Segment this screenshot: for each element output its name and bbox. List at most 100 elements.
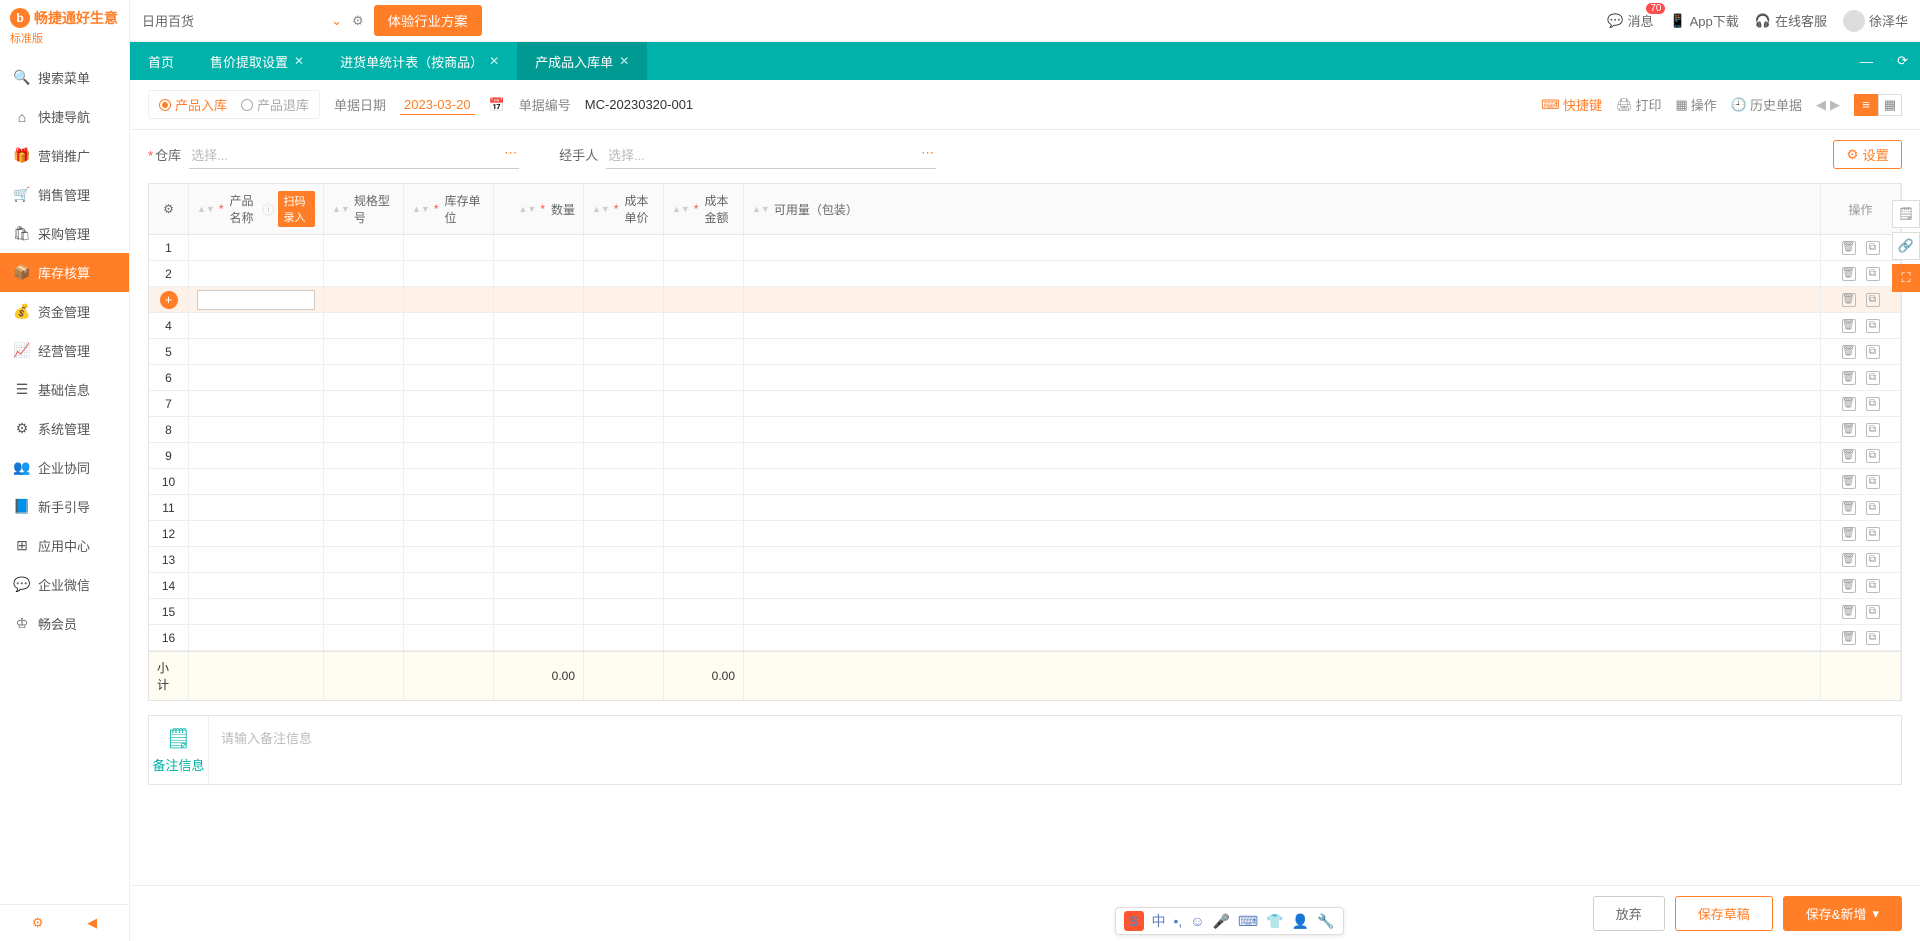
delete-row-icon[interactable]: 🗑 [1842,371,1856,385]
copy-row-icon[interactable]: ⧉ [1866,423,1880,437]
service-button[interactable]: 🎧 在线客服 [1755,11,1827,30]
sidebar-item-6[interactable]: 💰资金管理 [0,292,129,331]
ime-emoji-icon[interactable]: ☺ [1190,913,1204,929]
shop-selector[interactable]: 日用百货 ⌄ [142,11,342,30]
delete-row-icon[interactable]: 🗑 [1842,553,1856,567]
copy-row-icon[interactable]: ⧉ [1866,293,1880,307]
scan-input-button[interactable]: 扫码录入 [278,191,315,227]
table-row[interactable]: 6🗑⧉ [149,365,1901,391]
history-link[interactable]: 🕘 历史单据 [1731,95,1802,114]
messages-button[interactable]: 💬 消息 70 [1607,11,1653,30]
table-row[interactable]: 2🗑⧉ [149,261,1901,287]
col-product-name[interactable]: ▲▼ *产品名称 ⓘ 扫码录入 [189,184,324,234]
shortcut-link[interactable]: ⌨ 快捷键 [1541,95,1602,114]
save-new-button[interactable]: 保存&新增 ▾ [1783,896,1902,931]
tab-2[interactable]: 进货单统计表（按商品）✕ [322,42,517,80]
table-row[interactable]: 10🗑⧉ [149,469,1901,495]
sidebar-item-11[interactable]: 📘新手引导 [0,487,129,526]
calendar-icon[interactable]: 📅 [489,97,505,113]
product-name-input[interactable] [197,290,315,310]
close-icon[interactable]: ✕ [294,54,304,68]
table-row[interactable]: 14🗑⧉ [149,573,1901,599]
ime-keyboard-icon[interactable]: ⌨ [1238,913,1258,930]
ime-tool-icon[interactable]: 🔧 [1317,913,1334,930]
table-row[interactable]: 7🗑⧉ [149,391,1901,417]
next-icon[interactable]: ▶ [1830,97,1840,113]
col-settings[interactable]: ⚙ [149,184,189,234]
col-price[interactable]: ▲▼*成本单价 [584,184,664,234]
discard-button[interactable]: 放弃 [1593,896,1665,931]
ime-skin-icon[interactable]: 👕 [1266,913,1283,930]
dock-link-icon[interactable]: 🔗 [1892,232,1920,260]
view-grid-icon[interactable]: ▦ [1878,94,1902,116]
delete-row-icon[interactable]: 🗑 [1842,449,1856,463]
add-row-icon[interactable]: + [160,291,178,309]
table-row[interactable]: 1🗑⧉ [149,235,1901,261]
delete-row-icon[interactable]: 🗑 [1842,397,1856,411]
copy-row-icon[interactable]: ⧉ [1866,319,1880,333]
sidebar-item-5[interactable]: 📦库存核算 [0,253,129,292]
copy-row-icon[interactable]: ⧉ [1866,631,1880,645]
copy-row-icon[interactable]: ⧉ [1866,397,1880,411]
copy-row-icon[interactable]: ⧉ [1866,371,1880,385]
sidebar-item-10[interactable]: 👥企业协同 [0,448,129,487]
ime-mic-icon[interactable]: 🎤 [1213,913,1230,930]
gear-icon[interactable]: ⚙ [32,915,44,931]
table-row[interactable]: 8🗑⧉ [149,417,1901,443]
tab-0[interactable]: 首页 [130,42,192,80]
table-row[interactable]: 15🗑⧉ [149,599,1901,625]
sidebar-item-4[interactable]: 🛍采购管理 [0,214,129,253]
tab-refresh[interactable]: ⟳ [1885,42,1920,80]
operate-link[interactable]: ▦ 操作 [1675,95,1716,114]
delete-row-icon[interactable]: 🗑 [1842,345,1856,359]
copy-row-icon[interactable]: ⧉ [1866,501,1880,515]
ime-user-icon[interactable]: 👤 [1292,913,1309,930]
trial-button[interactable]: 体验行业方案 [374,5,482,36]
delete-row-icon[interactable]: 🗑 [1842,501,1856,515]
copy-row-icon[interactable]: ⧉ [1866,449,1880,463]
copy-row-icon[interactable]: ⧉ [1866,527,1880,541]
copy-row-icon[interactable]: ⧉ [1866,553,1880,567]
date-value[interactable]: 2023-03-20 [400,95,475,115]
delete-row-icon[interactable]: 🗑 [1842,293,1856,307]
ime-toolbar[interactable]: S 中 •, ☺ 🎤 ⌨ 👕 👤 🔧 [1115,907,1344,935]
ime-lang-icon[interactable]: 中 [1152,911,1166,931]
sidebar-item-9[interactable]: ⚙系统管理 [0,409,129,448]
ime-punct-icon[interactable]: •, [1174,913,1183,929]
dock-expand-icon[interactable]: ⛶ [1892,264,1920,292]
table-row[interactable]: 9🗑⧉ [149,443,1901,469]
copy-row-icon[interactable]: ⧉ [1866,475,1880,489]
sidebar-item-8[interactable]: ☰基础信息 [0,370,129,409]
delete-row-icon[interactable]: 🗑 [1842,527,1856,541]
save-draft-button[interactable]: 保存草稿 [1675,896,1773,931]
sidebar-item-1[interactable]: ⌂快捷导航 [0,97,129,136]
close-icon[interactable]: ✕ [489,54,499,68]
table-row[interactable]: + 🗑 ⧉ [149,287,1901,313]
sidebar-item-3[interactable]: 🛒销售管理 [0,175,129,214]
prev-icon[interactable]: ◀ [1816,97,1826,113]
copy-row-icon[interactable]: ⧉ [1866,345,1880,359]
sidebar-item-12[interactable]: ⊞应用中心 [0,526,129,565]
col-spec[interactable]: ▲▼规格型号 [324,184,404,234]
delete-row-icon[interactable]: 🗑 [1842,475,1856,489]
delete-row-icon[interactable]: 🗑 [1842,241,1856,255]
copy-row-icon[interactable]: ⧉ [1866,579,1880,593]
delete-row-icon[interactable]: 🗑 [1842,631,1856,645]
settings-button[interactable]: ⚙ 设置 [1833,140,1902,169]
copy-row-icon[interactable]: ⧉ [1866,241,1880,255]
table-row[interactable]: 13🗑⧉ [149,547,1901,573]
sidebar-item-13[interactable]: 💬企业微信 [0,565,129,604]
sidebar-item-7[interactable]: 📈经营管理 [0,331,129,370]
copy-row-icon[interactable]: ⧉ [1866,267,1880,281]
download-button[interactable]: 📱 App下载 [1669,11,1738,30]
radio-product-out[interactable]: 产品退库 [241,95,309,114]
sidebar-item-14[interactable]: ♔畅会员 [0,604,129,643]
remark-tab[interactable]: 🗒 备注信息 [149,716,209,784]
tab-minimize[interactable]: — [1848,42,1885,80]
sidebar-item-0[interactable]: 🔍搜索菜单 [0,58,129,97]
print-link[interactable]: 🖨 打印 [1616,95,1662,114]
view-list-icon[interactable]: ≡ [1854,94,1878,116]
delete-row-icon[interactable]: 🗑 [1842,267,1856,281]
col-amount[interactable]: ▲▼*成本金额 [664,184,744,234]
user-menu[interactable]: 徐泽华 [1843,10,1908,32]
